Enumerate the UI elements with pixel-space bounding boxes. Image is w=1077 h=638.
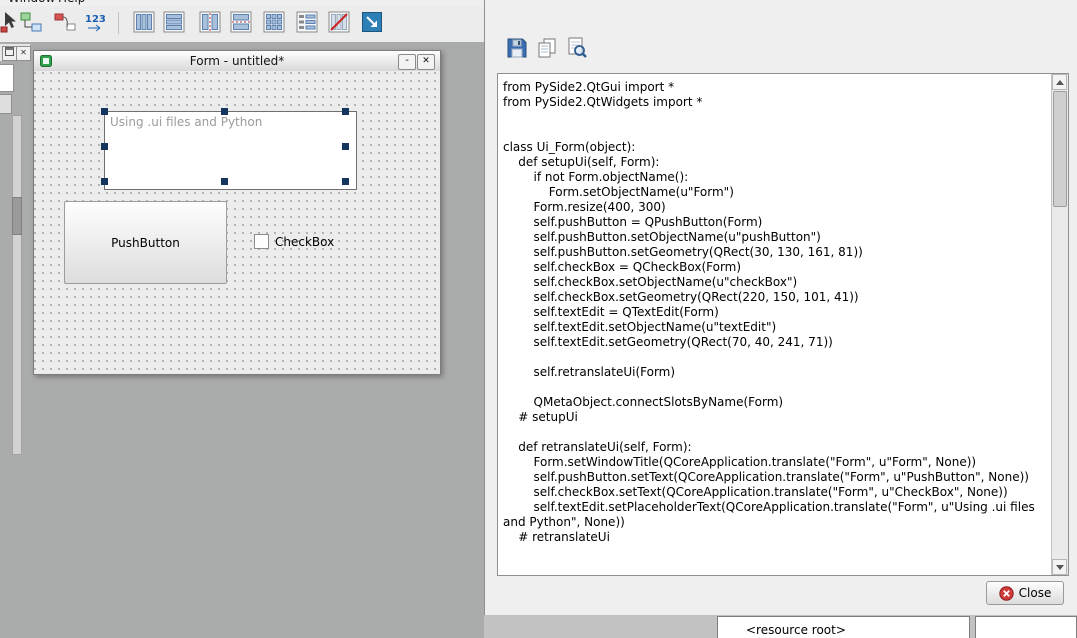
checkbox-label: CheckBox bbox=[275, 235, 334, 249]
layout-vertical-button[interactable] bbox=[161, 10, 187, 37]
edit-tab-order-button[interactable]: 123 bbox=[82, 10, 108, 37]
layout-splitter-vertical-button[interactable] bbox=[228, 10, 254, 37]
widget-box-filter-input[interactable] bbox=[0, 64, 14, 92]
code-view[interactable]: from PySide2.QtGui import * from PySide2… bbox=[497, 73, 1069, 576]
resource-tree-panel[interactable]: <resource root> bbox=[717, 616, 970, 638]
resource-editor-sliver: <resource root> bbox=[484, 615, 1077, 638]
selection-handle-bottom-right[interactable] bbox=[342, 178, 349, 185]
adjust-size-button[interactable] bbox=[359, 10, 385, 37]
layout-horizontal-button[interactable] bbox=[131, 10, 157, 37]
dock-close-button[interactable]: ✕ bbox=[16, 46, 31, 61]
form-canvas[interactable]: Using .ui files and Python PushButton Ch… bbox=[34, 71, 440, 374]
checkbox-widget[interactable]: CheckBox bbox=[254, 221, 355, 262]
break-layout-icon bbox=[328, 11, 350, 36]
code-scrollbar-thumb[interactable] bbox=[1053, 91, 1067, 207]
scroll-down-arrow-icon bbox=[1056, 565, 1064, 570]
menu-window[interactable]: Window bbox=[8, 0, 55, 5]
textedit-widget[interactable]: Using .ui files and Python bbox=[104, 111, 357, 190]
toolbar-separator bbox=[118, 12, 119, 34]
layout-splitter-horizontal-button[interactable] bbox=[197, 10, 223, 37]
grid-layout-icon bbox=[263, 11, 285, 36]
selection-handle-top-center[interactable] bbox=[221, 108, 228, 115]
selection-handle-bottom-left[interactable] bbox=[101, 178, 108, 185]
copy-code-button[interactable] bbox=[533, 35, 561, 63]
form-layout-icon bbox=[296, 11, 318, 36]
find-icon bbox=[565, 36, 589, 63]
textedit-placeholder: Using .ui files and Python bbox=[110, 115, 262, 129]
layout-form-button[interactable] bbox=[294, 10, 320, 37]
form-window-titlebar[interactable]: Form - untitled* - ✕ bbox=[34, 51, 440, 72]
scroll-down-button[interactable] bbox=[1052, 559, 1067, 575]
selection-handle-mid-right[interactable] bbox=[342, 143, 349, 150]
widget-box-scrollbar-thumb[interactable] bbox=[12, 197, 22, 235]
checkbox-indicator[interactable] bbox=[254, 234, 269, 249]
layout-grid-button[interactable] bbox=[261, 10, 287, 37]
dock-float-button[interactable] bbox=[2, 46, 17, 61]
copy-icon bbox=[535, 36, 559, 63]
splitter-vertical-icon bbox=[230, 11, 252, 36]
form-designer-window: Form - untitled* - ✕ Using .ui files and… bbox=[33, 50, 441, 375]
selection-handle-top-left[interactable] bbox=[101, 108, 108, 115]
splitter-horizontal-icon bbox=[199, 11, 221, 36]
buddies-icon bbox=[54, 11, 76, 36]
selection-handle-bottom-center[interactable] bbox=[221, 178, 228, 185]
minimize-button[interactable]: - bbox=[398, 54, 416, 70]
selection-handle-mid-left[interactable] bbox=[101, 143, 108, 150]
selection-handle-top-right[interactable] bbox=[342, 108, 349, 115]
form-window-title: Form - untitled* bbox=[34, 54, 440, 68]
scroll-up-arrow-icon bbox=[1056, 80, 1064, 85]
resource-side-panel[interactable] bbox=[975, 616, 1077, 638]
menu-help[interactable]: Help bbox=[58, 0, 85, 5]
layout-horizontal-icon bbox=[133, 11, 155, 36]
code-text: from PySide2.QtGui import * from PySide2… bbox=[503, 80, 1047, 573]
widget-box-category[interactable] bbox=[0, 94, 12, 114]
close-circle-icon bbox=[999, 586, 1014, 601]
resource-root-item[interactable]: <resource root> bbox=[746, 623, 846, 637]
qt-designer-screen: Window Help 123 bbox=[0, 0, 1077, 638]
tab-order-icon: 123 bbox=[84, 11, 106, 36]
close-window-button[interactable]: ✕ bbox=[417, 54, 435, 70]
layout-vertical-icon bbox=[163, 11, 185, 36]
edit-buddies-button[interactable] bbox=[52, 10, 78, 37]
edit-signals-slots-button[interactable] bbox=[18, 10, 44, 37]
save-code-button[interactable] bbox=[503, 35, 531, 63]
code-preview-dialog: from PySide2.QtGui import * from PySide2… bbox=[484, 0, 1077, 616]
pushbutton-widget[interactable]: PushButton bbox=[64, 201, 227, 284]
close-dialog-button[interactable]: Close bbox=[986, 581, 1064, 605]
main-toolbar: 123 bbox=[0, 6, 484, 43]
svg-text:123: 123 bbox=[85, 14, 106, 25]
signals-slots-icon bbox=[20, 11, 42, 36]
widget-box-scrollbar[interactable] bbox=[12, 115, 22, 455]
adjust-size-icon bbox=[361, 11, 383, 36]
save-icon bbox=[505, 36, 529, 63]
scroll-up-button[interactable] bbox=[1052, 74, 1067, 90]
break-layout-button[interactable] bbox=[326, 10, 352, 37]
close-button-label: Close bbox=[1019, 586, 1052, 600]
code-scrollbar[interactable] bbox=[1051, 74, 1068, 575]
find-in-code-button[interactable] bbox=[563, 35, 591, 63]
